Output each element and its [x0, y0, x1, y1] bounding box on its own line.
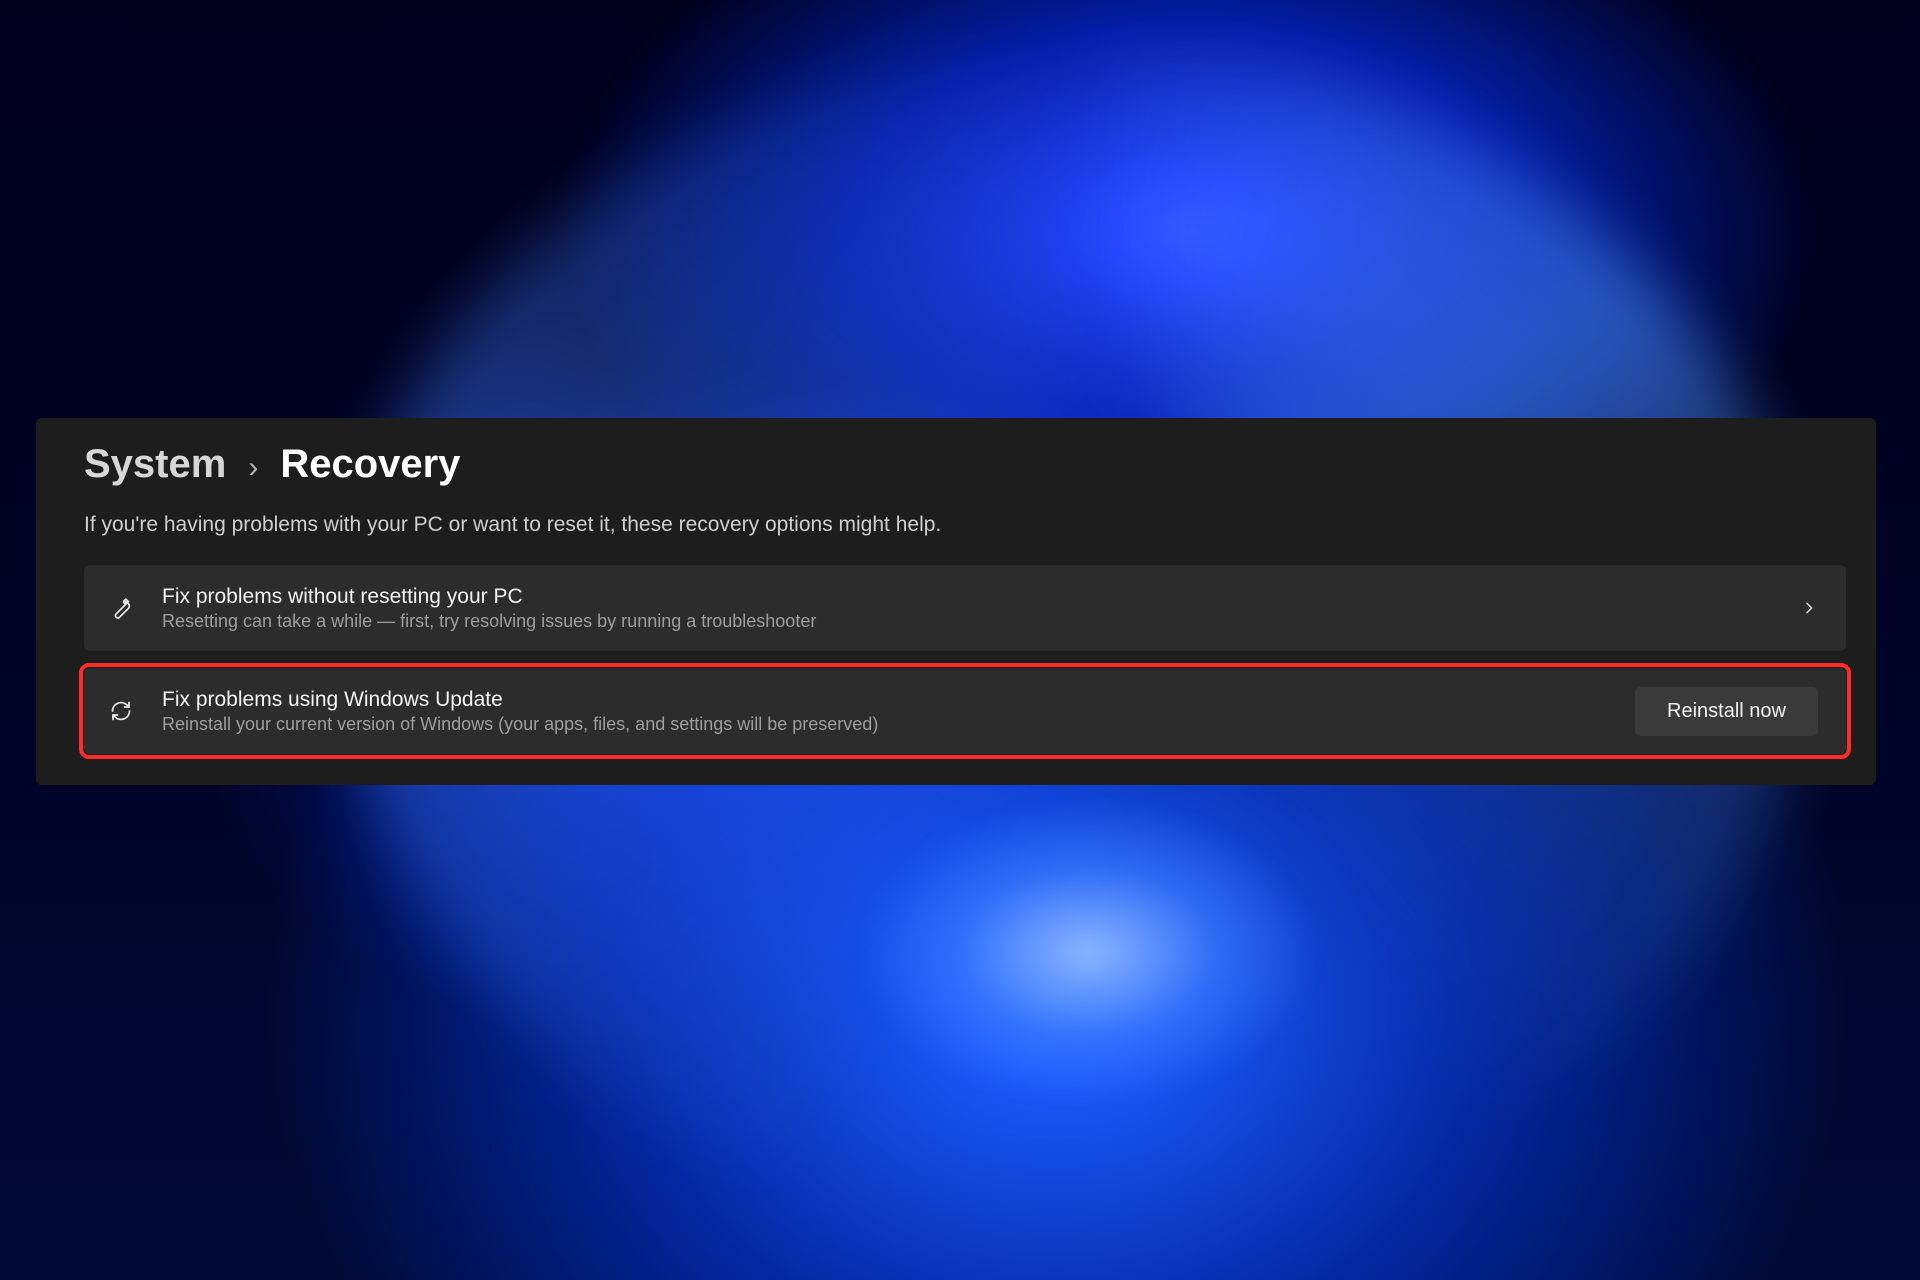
card-title: Fix problems using Windows Update	[162, 688, 1609, 712]
page-description: If you're having problems with your PC o…	[36, 493, 1876, 565]
reinstall-now-button[interactable]: Reinstall now	[1635, 687, 1818, 736]
annotation-highlight: Fix problems using Windows Update Reinst…	[79, 663, 1851, 759]
card-text-group: Fix problems using Windows Update Reinst…	[162, 688, 1609, 735]
wrench-icon	[106, 593, 136, 623]
settings-recovery-panel: System › Recovery If you're having probl…	[36, 418, 1876, 785]
card-title: Fix problems without resetting your PC	[162, 585, 1774, 609]
chevron-right-icon: ›	[248, 451, 258, 485]
breadcrumb-parent-system[interactable]: System	[84, 442, 226, 487]
sync-icon	[106, 696, 136, 726]
fix-with-windows-update-card: Fix problems using Windows Update Reinst…	[84, 668, 1846, 754]
card-text-group: Fix problems without resetting your PC R…	[162, 585, 1774, 632]
card-subtitle: Reinstall your current version of Window…	[162, 714, 1609, 735]
chevron-right-icon	[1800, 593, 1818, 623]
breadcrumb: System › Recovery	[36, 432, 1876, 493]
card-subtitle: Resetting can take a while — first, try …	[162, 611, 1774, 632]
breadcrumb-current-recovery: Recovery	[280, 442, 460, 487]
wallpaper-bloom-highlight	[768, 742, 1408, 1162]
recovery-options-list: Fix problems without resetting your PC R…	[36, 565, 1876, 759]
fix-without-reset-card[interactable]: Fix problems without resetting your PC R…	[84, 565, 1846, 651]
